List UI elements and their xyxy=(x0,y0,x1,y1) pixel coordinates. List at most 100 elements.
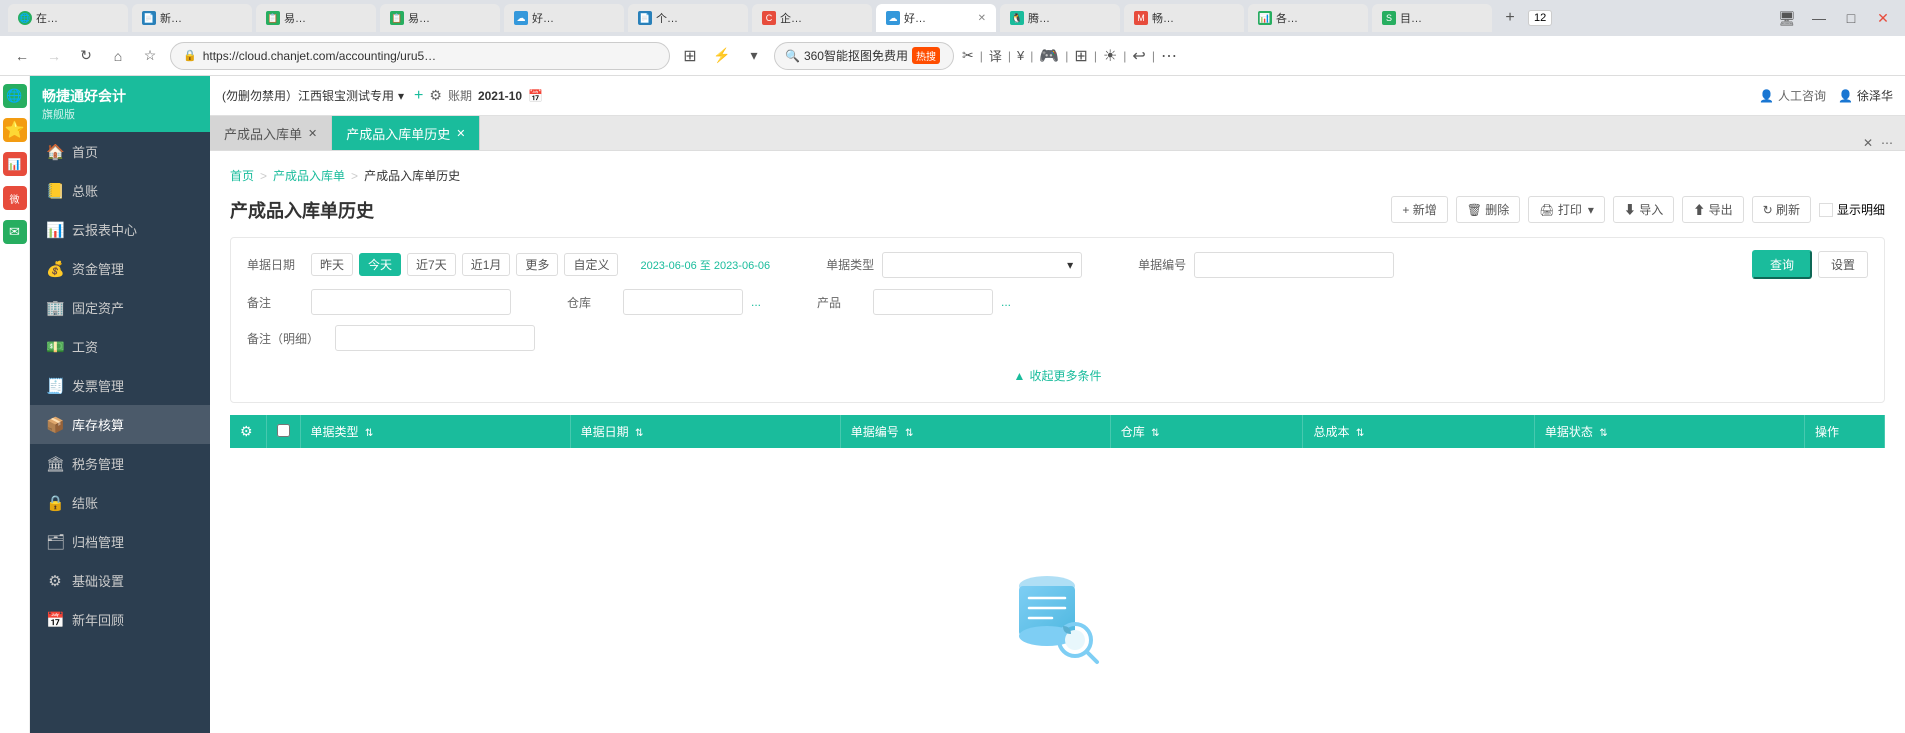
window-minimize-button[interactable]: 🖥 xyxy=(1777,10,1797,27)
sidebar-item-base[interactable]: ⚙ 基础设置 xyxy=(30,561,210,600)
print-button[interactable]: 🖨 打印 ▾ xyxy=(1528,196,1605,223)
tab-9[interactable]: M 畅… xyxy=(1124,4,1244,32)
tab-6[interactable]: C 企… xyxy=(752,4,872,32)
tab-5[interactable]: 📄 个… xyxy=(628,4,748,32)
product-ellipsis-btn[interactable]: ... xyxy=(1001,295,1011,309)
home-button[interactable]: ⌂ xyxy=(106,44,130,68)
sidebar-item-tax[interactable]: 🏛 税务管理 xyxy=(30,444,210,483)
bookmark-button[interactable]: ☆ xyxy=(138,44,162,68)
window-close-button[interactable]: ✕ xyxy=(1873,10,1893,27)
tab-7[interactable]: ☁ 好… ✕ xyxy=(876,4,996,32)
sidebar-item-archive[interactable]: 🗂 归档管理 xyxy=(30,522,210,561)
table-settings-icon[interactable]: ⚙ xyxy=(240,423,253,439)
back2-icon[interactable]: ↩ xyxy=(1132,46,1145,66)
date-more-button[interactable]: 更多 xyxy=(516,253,558,276)
lightning-button[interactable]: ⚡ xyxy=(710,44,734,68)
add-period-button[interactable]: + xyxy=(414,87,423,105)
settings-button[interactable]: 设置 xyxy=(1818,251,1868,278)
sidebar-item-close[interactable]: 🔒 结账 xyxy=(30,483,210,522)
calendar-icon[interactable]: 📅 xyxy=(528,89,543,103)
query-button[interactable]: 查询 xyxy=(1752,250,1812,279)
tab-10[interactable]: 📊 各… xyxy=(1248,4,1368,32)
sidebar-item-ledger[interactable]: 📒 总账 xyxy=(30,171,210,210)
sidebar-item-asset[interactable]: 🏢 固定资产 xyxy=(30,288,210,327)
sidebar-mail-icon[interactable]: ✉ xyxy=(3,220,27,244)
url-bar[interactable]: 🔒 https://cloud.chanjet.com/accounting/u… xyxy=(170,42,670,70)
user-info[interactable]: 👤 徐泽华 xyxy=(1838,87,1893,104)
sort-cost-icon[interactable]: ⇅ xyxy=(1356,428,1364,439)
import-button[interactable]: ⬇ 导入 xyxy=(1613,196,1674,223)
grid-icon[interactable]: ⊞ xyxy=(1074,46,1087,66)
sidebar-weibo-icon[interactable]: 微 xyxy=(3,186,27,210)
sort-date-icon[interactable]: ⇅ xyxy=(635,428,643,439)
sidebar-item-report[interactable]: 📊 云报表中心 xyxy=(30,210,210,249)
date-7days-button[interactable]: 近7天 xyxy=(407,253,456,276)
tab-history-close-icon[interactable]: ✕ xyxy=(456,127,465,140)
warehouse-input[interactable] xyxy=(623,289,743,315)
collapse-button[interactable]: ▲ 收起更多条件 xyxy=(247,361,1868,390)
product-input[interactable] xyxy=(873,289,993,315)
tab-1[interactable]: 📄 新… xyxy=(132,4,252,32)
scissors-icon[interactable]: ✂ xyxy=(962,47,974,64)
tab-4[interactable]: ☁ 好… xyxy=(504,4,624,32)
theme-icon[interactable]: ☀ xyxy=(1103,46,1117,66)
currency-icon[interactable]: ¥ xyxy=(1017,48,1024,63)
window-minimize-button2[interactable]: — xyxy=(1809,10,1829,26)
type-filter-select[interactable]: ▾ xyxy=(882,252,1082,278)
sort-type-icon[interactable]: ⇅ xyxy=(365,428,373,439)
sidebar-item-finance[interactable]: 💰 资金管理 xyxy=(30,249,210,288)
window-maximize-button[interactable]: □ xyxy=(1841,10,1861,26)
sidebar-item-home[interactable]: 🏠 首页 xyxy=(30,132,210,171)
search-bar[interactable]: 🔍 360智能抠图免费用 热搜 xyxy=(774,42,954,70)
delete-button[interactable]: 🗑 删除 xyxy=(1456,196,1521,223)
refresh-button[interactable]: ↻ 刷新 xyxy=(1752,196,1811,223)
company-selector[interactable]: (勿删勿禁用）江西银宝测试专用 ▾ xyxy=(222,87,404,104)
forward-button[interactable]: → xyxy=(42,44,66,68)
sidebar-globe-icon[interactable]: 🌐 xyxy=(3,84,27,108)
tab-3[interactable]: 📋 易… xyxy=(380,4,500,32)
settings-icon[interactable]: ⋯ xyxy=(1161,46,1177,66)
sidebar-item-invoice[interactable]: 🧾 发票管理 xyxy=(30,366,210,405)
select-all-checkbox[interactable] xyxy=(277,424,290,437)
translate-icon[interactable]: 译 xyxy=(989,46,1002,65)
tab-list-close-icon[interactable]: ✕ xyxy=(308,127,317,140)
number-filter-input[interactable] xyxy=(1194,252,1394,278)
tab-2[interactable]: 📋 易… xyxy=(256,4,376,32)
service-button[interactable]: 👤 人工咨询 xyxy=(1759,87,1826,104)
display-checkbox[interactable] xyxy=(1819,203,1833,217)
sidebar-item-payroll[interactable]: 💵 工资 xyxy=(30,327,210,366)
tab-7-close-icon[interactable]: ✕ xyxy=(978,13,986,24)
detail-remark-input[interactable] xyxy=(335,325,535,351)
sidebar-item-inventory[interactable]: 📦 库存核算 xyxy=(30,405,210,444)
sidebar-item-newrule[interactable]: 📅 新年回顾 xyxy=(30,600,210,639)
date-1month-button[interactable]: 近1月 xyxy=(462,253,511,276)
breadcrumb-home[interactable]: 首页 xyxy=(230,167,254,184)
sort-status-icon[interactable]: ⇅ xyxy=(1599,428,1607,439)
breadcrumb-page1[interactable]: 产成品入库单 xyxy=(273,167,345,184)
new-button[interactable]: + 新增 xyxy=(1391,196,1447,223)
more-options-icon[interactable]: ⋯ xyxy=(1881,136,1893,150)
date-today-button[interactable]: 今天 xyxy=(359,253,401,276)
warehouse-ellipsis-btn[interactable]: ... xyxy=(751,295,761,309)
settings-period-icon[interactable]: ⚙ xyxy=(429,87,442,104)
remark-input[interactable] xyxy=(311,289,511,315)
extensions-button[interactable]: ⊞ xyxy=(678,44,702,68)
tab-11[interactable]: S 目… xyxy=(1372,4,1492,32)
tab-8[interactable]: 🐧 腾… xyxy=(1000,4,1120,32)
date-yesterday-button[interactable]: 昨天 xyxy=(311,253,353,276)
tab-0[interactable]: 🌐 在… xyxy=(8,4,128,32)
refresh-button[interactable]: ↻ xyxy=(74,44,98,68)
content-tab-list[interactable]: 产成品入库单 ✕ xyxy=(210,116,332,150)
sort-number-icon[interactable]: ⇅ xyxy=(905,428,913,439)
dropdown-button[interactable]: ▾ xyxy=(742,44,766,68)
sidebar-star-icon[interactable]: ⭐ xyxy=(3,118,27,142)
sort-warehouse-icon[interactable]: ⇅ xyxy=(1151,428,1159,439)
sidebar-chart-icon[interactable]: 📊 xyxy=(3,152,27,176)
game-icon[interactable]: 🎮 xyxy=(1039,46,1059,66)
new-tab-button[interactable]: + xyxy=(1496,4,1524,32)
back-button[interactable]: ← xyxy=(10,44,34,68)
date-custom-button[interactable]: 自定义 xyxy=(564,253,618,276)
export-button[interactable]: ⬆ 导出 xyxy=(1682,196,1743,223)
content-tab-history[interactable]: 产成品入库单历史 ✕ xyxy=(332,116,480,150)
close-right-panel-icon[interactable]: ✕ xyxy=(1863,136,1873,150)
